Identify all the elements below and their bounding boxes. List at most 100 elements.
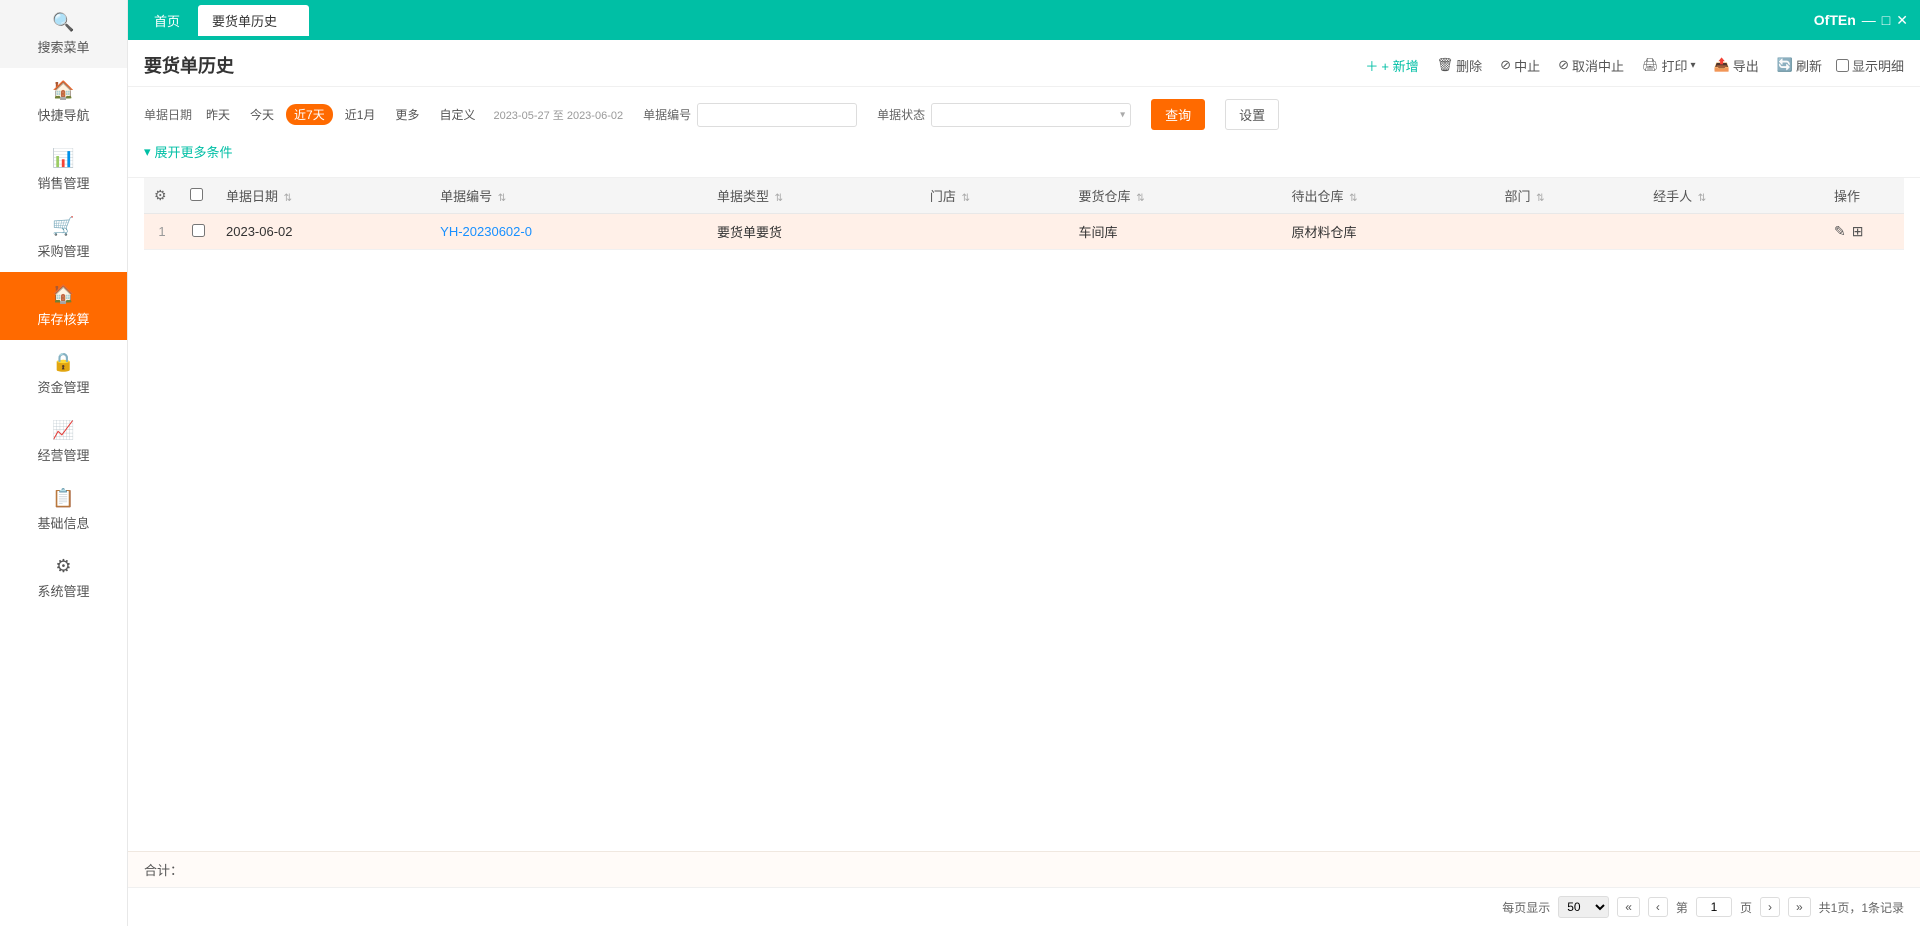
gear-icon: ⚙ bbox=[55, 556, 71, 577]
tab-bar: 首页 要货单历史 ✕ bbox=[140, 5, 309, 36]
sort-req-warehouse-icon[interactable]: ⇅ bbox=[1136, 193, 1144, 204]
go-to-suffix: 页 bbox=[1740, 899, 1752, 916]
sidebar-item-label: 搜索菜单 bbox=[37, 37, 89, 56]
expand-conditions-button[interactable]: ▾ 展开更多条件 bbox=[144, 138, 1904, 165]
total-label: 合计： bbox=[144, 863, 183, 878]
delete-button[interactable]: 🗑 删除 bbox=[1433, 54, 1487, 77]
col-operation: 操作 bbox=[1824, 178, 1904, 214]
print-dropdown-icon: ▾ bbox=[1691, 60, 1696, 71]
yesterday-shortcut[interactable]: 昨天 bbox=[198, 104, 238, 125]
table-row: 1 2023-06-02 YH-20230602-0 要货单要货 车间库 原材料… bbox=[144, 214, 1904, 250]
sort-bill-type-icon[interactable]: ⇅ bbox=[775, 193, 783, 204]
sort-store-icon[interactable]: ⇅ bbox=[962, 193, 970, 204]
bill-no-input[interactable] bbox=[697, 103, 857, 127]
toolbar: ＋ + 新增 🗑 删除 ⊘ 中止 ⊘ 取消中止 🖨 打印 bbox=[1361, 54, 1904, 77]
row-bill-type-cell: 要货单要货 bbox=[707, 214, 920, 250]
go-to-label: 第 bbox=[1676, 899, 1688, 916]
page-size-select[interactable]: 20 50 100 bbox=[1558, 896, 1609, 918]
row-checkbox[interactable] bbox=[192, 224, 205, 237]
lock-icon: 🔒 bbox=[52, 352, 74, 373]
col-date: 单据日期 ⇅ bbox=[216, 178, 430, 214]
sidebar-item-quicknav[interactable]: 🏠 快捷导航 bbox=[0, 68, 127, 136]
bill-no-label: 单据编号 bbox=[643, 106, 691, 123]
stop-icon: ⊘ bbox=[1500, 57, 1511, 73]
sidebar-item-system[interactable]: ⚙ 系统管理 bbox=[0, 544, 127, 612]
today-shortcut[interactable]: 今天 bbox=[242, 104, 282, 125]
refresh-button[interactable]: 🔄 刷新 bbox=[1773, 54, 1826, 77]
topbar: 首页 要货单历史 ✕ OfTEn — □ ✕ bbox=[128, 0, 1920, 40]
row-store-cell bbox=[920, 214, 1069, 250]
sidebar-item-finance[interactable]: 🔒 资金管理 bbox=[0, 340, 127, 408]
sort-department-icon[interactable]: ⇅ bbox=[1536, 193, 1544, 204]
sidebar-item-label: 系统管理 bbox=[37, 581, 89, 600]
sidebar-item-label: 资金管理 bbox=[37, 377, 89, 396]
sidebar-item-purchase[interactable]: 🛒 采购管理 bbox=[0, 204, 127, 272]
more-shortcut[interactable]: 更多 bbox=[387, 104, 427, 125]
custom-shortcut[interactable]: 自定义 bbox=[431, 104, 483, 125]
bill-no-filter: 单据编号 bbox=[643, 103, 857, 127]
sidebar-item-label: 库存核算 bbox=[37, 309, 89, 328]
tab-close-icon[interactable]: ✕ bbox=[285, 13, 295, 27]
sidebar-item-search[interactable]: 🔍 搜索菜单 bbox=[0, 0, 127, 68]
date-filter: 单据日期 昨天 今天 近7天 近1月 更多 自定义 2023-05-27 至 2… bbox=[144, 104, 623, 125]
page-header: 要货单历史 ＋ + 新增 🗑 删除 ⊘ 中止 ⊘ 取消中止 bbox=[128, 40, 1920, 87]
date-label: 单据日期 bbox=[144, 106, 192, 123]
window-maximize-icon[interactable]: □ bbox=[1882, 12, 1890, 28]
page-size-label: 每页显示 bbox=[1502, 899, 1550, 916]
display-detail-checkbox[interactable] bbox=[1836, 59, 1849, 72]
sidebar-item-inventory[interactable]: 🏠 库存核算 bbox=[0, 272, 127, 340]
col-req-warehouse: 要货仓库 ⇅ bbox=[1069, 178, 1282, 214]
sidebar-item-basicinfo[interactable]: 📋 基础信息 bbox=[0, 476, 127, 544]
query-button[interactable]: 查询 bbox=[1151, 99, 1205, 130]
sort-pending-warehouse-icon[interactable]: ⇅ bbox=[1349, 193, 1357, 204]
select-all-checkbox[interactable] bbox=[190, 188, 203, 201]
window-close-icon[interactable]: ✕ bbox=[1896, 12, 1908, 29]
tab-requisition-history[interactable]: 要货单历史 ✕ bbox=[198, 5, 309, 36]
row-bill-no-link[interactable]: YH-20230602-0 bbox=[440, 224, 532, 239]
sort-handler-icon[interactable]: ⇅ bbox=[1698, 193, 1706, 204]
brand-name: OfTEn bbox=[1814, 12, 1856, 28]
inventory-icon: 🏠 bbox=[52, 284, 74, 305]
sidebar-item-operations[interactable]: 📈 经营管理 bbox=[0, 408, 127, 476]
first-page-button[interactable]: « bbox=[1617, 897, 1640, 917]
cart-icon: 🛒 bbox=[52, 216, 74, 237]
tab-home[interactable]: 首页 bbox=[140, 5, 194, 36]
window-minimize-icon[interactable]: — bbox=[1862, 12, 1876, 28]
print-button[interactable]: 🖨 打印 ▾ bbox=[1638, 54, 1700, 77]
cancel-stop-icon: ⊘ bbox=[1558, 57, 1569, 73]
prev-page-button[interactable]: ‹ bbox=[1648, 897, 1668, 917]
page-number-input[interactable] bbox=[1696, 897, 1732, 917]
last-page-button[interactable]: » bbox=[1788, 897, 1811, 917]
col-bill-type: 单据类型 ⇅ bbox=[707, 178, 920, 214]
row-more-icon[interactable]: ⊞ bbox=[1852, 223, 1864, 240]
sort-date-icon[interactable]: ⇅ bbox=[284, 193, 292, 204]
sidebar-item-label: 基础信息 bbox=[37, 513, 89, 532]
display-detail-toggle[interactable]: 显示明细 bbox=[1836, 56, 1904, 75]
cancel-stop-button[interactable]: ⊘ 取消中止 bbox=[1554, 54, 1628, 77]
col-settings: ⚙ bbox=[144, 178, 180, 214]
chevron-down-icon: ▾ bbox=[144, 144, 151, 160]
last1month-shortcut[interactable]: 近1月 bbox=[337, 104, 384, 125]
date-shortcuts: 昨天 今天 近7天 近1月 更多 自定义 bbox=[198, 104, 483, 125]
settings-button[interactable]: 设置 bbox=[1225, 99, 1279, 130]
status-input[interactable] bbox=[931, 103, 1131, 127]
info-icon: 📋 bbox=[52, 488, 74, 509]
sidebar: 🔍 搜索菜单 🏠 快捷导航 📊 销售管理 🛒 采购管理 🏠 库存核算 🔒 资金管… bbox=[0, 0, 128, 926]
sidebar-item-label: 快捷导航 bbox=[37, 105, 89, 124]
table-settings-icon[interactable]: ⚙ bbox=[154, 187, 167, 203]
row-edit-icon[interactable]: ✎ bbox=[1834, 223, 1846, 240]
table-container: ⚙ 单据日期 ⇅ 单据编号 ⇅ bbox=[128, 178, 1920, 851]
next-page-button[interactable]: › bbox=[1760, 897, 1780, 917]
home-icon: 🏠 bbox=[52, 80, 74, 101]
pagination: 每页显示 20 50 100 « ‹ 第 页 › » 共1页，1条记录 bbox=[128, 887, 1920, 926]
sidebar-item-sales[interactable]: 📊 销售管理 bbox=[0, 136, 127, 204]
sort-bill-no-icon[interactable]: ⇅ bbox=[498, 193, 506, 204]
export-icon: 📤 bbox=[1714, 57, 1730, 73]
col-store: 门店 ⇅ bbox=[920, 178, 1069, 214]
stop-button[interactable]: ⊘ 中止 bbox=[1496, 54, 1544, 77]
new-button[interactable]: ＋ + 新增 bbox=[1361, 54, 1422, 77]
export-button[interactable]: 📤 导出 bbox=[1710, 54, 1763, 77]
col-checkbox bbox=[180, 178, 216, 214]
last7days-shortcut[interactable]: 近7天 bbox=[286, 104, 333, 125]
chart-icon: 📊 bbox=[52, 148, 74, 169]
